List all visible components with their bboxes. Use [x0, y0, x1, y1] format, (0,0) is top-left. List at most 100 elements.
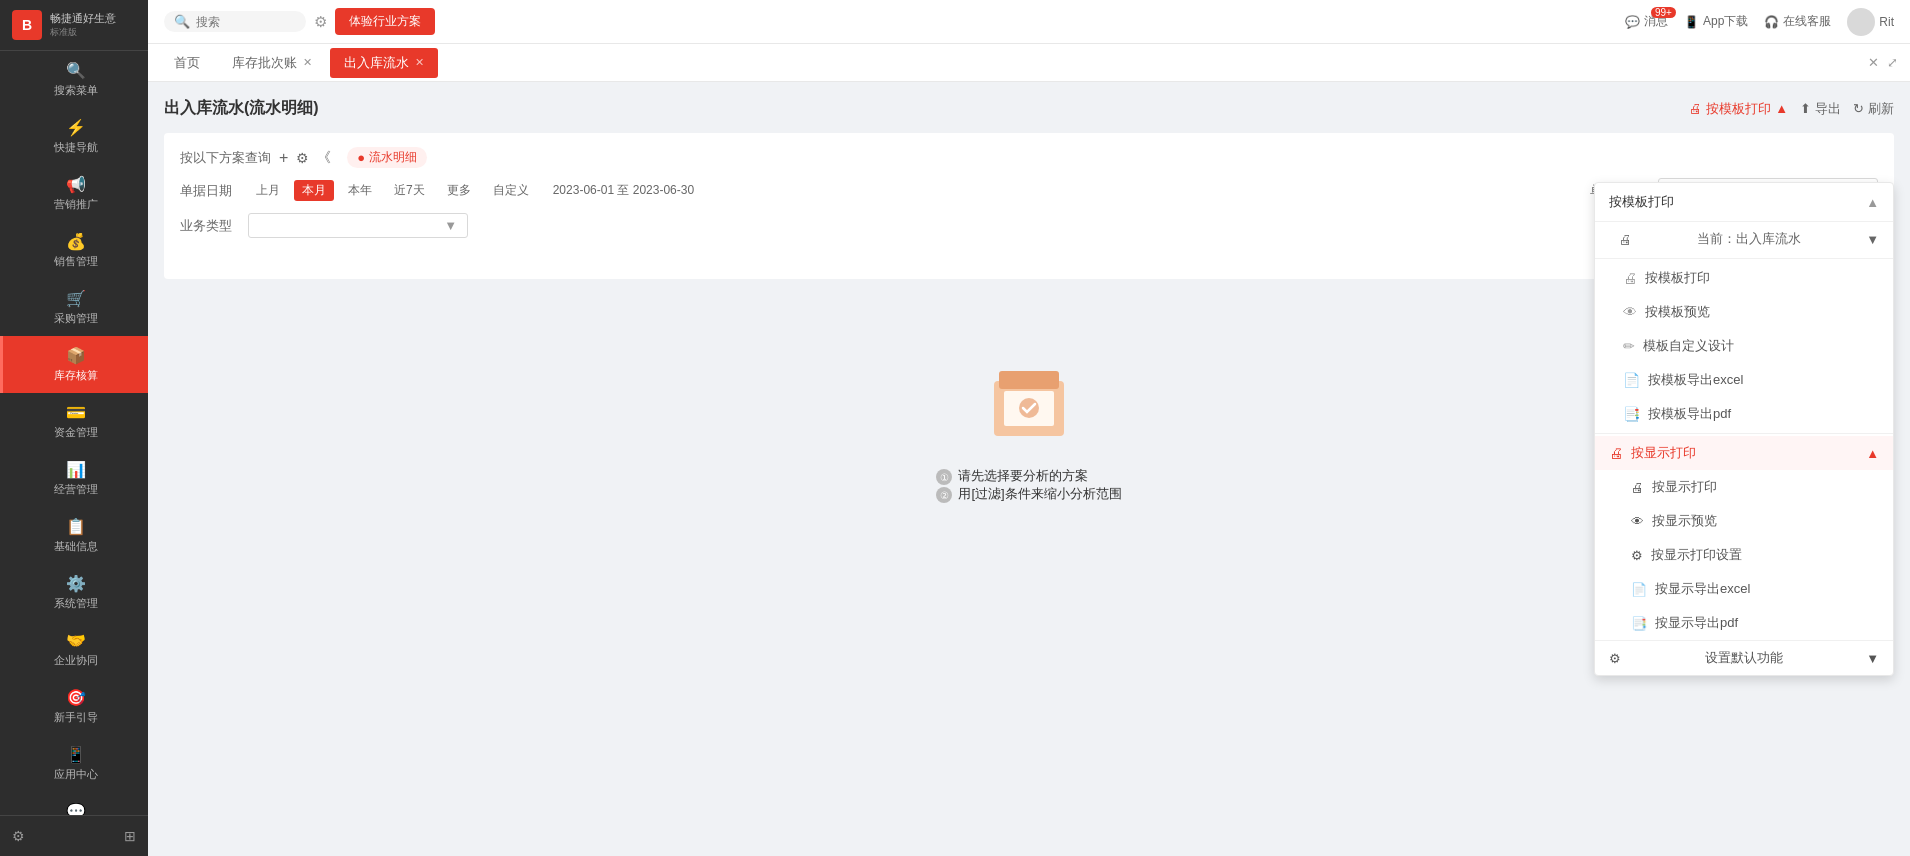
- service-btn[interactable]: 🎧 在线客服: [1764, 13, 1831, 30]
- date-current-month[interactable]: 本月: [294, 180, 334, 201]
- sidebar-item-inventory[interactable]: 📦库存核算: [0, 336, 148, 393]
- sidebar-item-system[interactable]: ⚙️ 系统管理: [0, 564, 148, 621]
- current-arrow: ▼: [1866, 232, 1879, 247]
- dropdown-item-template-pdf[interactable]: 📑 按模板导出pdf: [1595, 397, 1893, 431]
- sidebar-item-search[interactable]: 🔍搜索菜单: [0, 51, 148, 108]
- print-arrow-up: ▲: [1775, 101, 1788, 116]
- tab-flow[interactable]: 出入库流水 ✕: [330, 48, 438, 78]
- filter-collapse-btn[interactable]: 《: [317, 149, 331, 167]
- sidebar-icon-system: ⚙️: [66, 574, 86, 593]
- dropdown-item-display-print[interactable]: 🖨 按显示打印: [1595, 470, 1893, 504]
- page-title: 出入库流水(流水明细): [164, 98, 319, 119]
- sidebar-item-purchase[interactable]: 🛒采购管理: [0, 279, 148, 336]
- item-excel-icon: 📄: [1623, 372, 1640, 388]
- sidebar-label-system: 系统管理: [54, 596, 98, 611]
- arrow-up-icon[interactable]: ▲: [1866, 195, 1879, 210]
- empty-illustration: [979, 351, 1079, 451]
- refresh-btn[interactable]: ↻ 刷新: [1853, 100, 1894, 118]
- sidebar-icon-cooperation: 🤝: [66, 631, 86, 650]
- dropdown-current-item: 🖨 当前：出入库流水 ▼: [1595, 222, 1893, 256]
- display-preview-label: 按显示预览: [1652, 512, 1717, 530]
- sidebar-label-quicknav: 快捷导航: [54, 140, 98, 155]
- dropdown-item-display-excel[interactable]: 📄 按显示导出excel: [1595, 572, 1893, 606]
- sidebar-icon-inventory: 📦: [66, 346, 86, 365]
- date-current-year[interactable]: 本年: [340, 180, 380, 201]
- tab-home[interactable]: 首页: [160, 48, 214, 78]
- tab-flow-close[interactable]: ✕: [415, 56, 424, 69]
- export-icon: ⬆: [1800, 101, 1811, 116]
- header-right: 💬 消息 99+ 📱 App下载 🎧 在线客服 Rit: [1625, 8, 1894, 36]
- sidebar-icon-quicknav: ⚡: [66, 118, 86, 137]
- date-last-month[interactable]: 上月: [248, 180, 288, 201]
- step-num-1: ①: [936, 469, 952, 485]
- item-pdf-label: 按模板导出pdf: [1648, 405, 1731, 423]
- sidebar-item-capital[interactable]: 💳资金管理: [0, 393, 148, 450]
- app-download-btn[interactable]: 📱 App下载: [1684, 13, 1748, 30]
- print-btn[interactable]: 🖨 按模板打印 ▲: [1689, 100, 1788, 118]
- dropdown-item-display-settings[interactable]: ⚙ 按显示打印设置: [1595, 538, 1893, 572]
- logo-badge: 标准版: [50, 26, 116, 39]
- tab-batch-close[interactable]: ✕: [303, 56, 312, 69]
- business-select-arrow: ▼: [444, 218, 457, 233]
- user-avatar-area[interactable]: Rit: [1847, 8, 1894, 36]
- sidebar-item-operation[interactable]: 📊经营管理: [0, 450, 148, 507]
- display-print-label: 按显示打印: [1652, 478, 1717, 496]
- item-print-icon: 🖨: [1623, 270, 1637, 286]
- footer-settings-icon[interactable]: ⚙: [12, 828, 25, 844]
- empty-svg: [979, 351, 1079, 451]
- dropdown-arrows: ▲: [1866, 195, 1879, 210]
- sidebar-item-guide[interactable]: 🎯新手引导: [0, 678, 148, 735]
- dropdown-item-template-custom[interactable]: ✏ 模板自定义设计: [1595, 329, 1893, 363]
- sidebar-label-sales: 销售管理: [54, 254, 98, 269]
- sidebar-item-cooperation[interactable]: 🤝企业协同: [0, 621, 148, 678]
- refresh-icon: ↻: [1853, 101, 1864, 116]
- date-custom[interactable]: 自定义: [485, 180, 537, 201]
- sidebar-item-marketing[interactable]: 📢营销推广: [0, 165, 148, 222]
- sidebar-item-appcenter[interactable]: 📱应用中心: [0, 735, 148, 792]
- display-pdf-icon: 📑: [1631, 616, 1647, 631]
- app-header: 🔍 ⚙ 体验行业方案 💬 消息 99+ 📱 App下载 🎧 在: [148, 0, 1910, 44]
- window-controls: ✕ ⤢: [1868, 55, 1898, 70]
- dropdown-item-template-excel[interactable]: 📄 按模板导出excel: [1595, 363, 1893, 397]
- export-btn[interactable]: ⬆ 导出: [1800, 100, 1841, 118]
- display-section-header[interactable]: 🖨 按显示打印 ▲: [1595, 436, 1893, 470]
- filter-label-area: 按以下方案查询 + ⚙ 《: [180, 149, 331, 167]
- dropdown-item-template-preview[interactable]: 👁 按模板预览: [1595, 295, 1893, 329]
- footer-icon: ⚙: [1609, 651, 1621, 666]
- header-search-box[interactable]: 🔍: [164, 11, 306, 32]
- dropdown-item-display-pdf[interactable]: 📑 按显示导出pdf: [1595, 606, 1893, 640]
- message-btn[interactable]: 💬 消息 99+: [1625, 13, 1668, 30]
- date-more[interactable]: 更多: [439, 180, 479, 201]
- dropdown-title: 按模板打印: [1609, 193, 1674, 211]
- print-icon: 🖨: [1689, 101, 1702, 116]
- industry-btn[interactable]: 体验行业方案: [335, 8, 435, 35]
- date-last-7[interactable]: 近7天: [386, 180, 433, 201]
- display-print-icon: 🖨: [1631, 480, 1644, 495]
- empty-step-2: ② 用[过滤]条件来缩小分析范围: [936, 485, 1121, 503]
- tab-batch[interactable]: 库存批次账 ✕: [218, 48, 326, 78]
- sidebar-item-basic[interactable]: 📋基础信息: [0, 507, 148, 564]
- current-icon: 🖨: [1619, 232, 1632, 247]
- sidebar-label-purchase: 采购管理: [54, 311, 98, 326]
- display-pdf-label: 按显示导出pdf: [1655, 614, 1738, 632]
- sidebar-item-sales[interactable]: 💰销售管理: [0, 222, 148, 279]
- dropdown-item-display-preview[interactable]: 👁 按显示预览: [1595, 504, 1893, 538]
- business-select[interactable]: ▼: [248, 213, 468, 238]
- window-close-icon[interactable]: ✕: [1868, 55, 1879, 70]
- dropdown-footer[interactable]: ⚙ 设置默认功能 ▼: [1595, 640, 1893, 675]
- sidebar-icon-search: 🔍: [66, 61, 86, 80]
- empty-steps: ① 请先选择要分析的方案 ② 用[过滤]条件来缩小分析范围: [936, 467, 1121, 503]
- filter-settings-btn[interactable]: ⚙: [296, 150, 309, 166]
- search-input[interactable]: [196, 15, 296, 29]
- sidebar-item-quicknav[interactable]: ⚡ 快捷导航: [0, 108, 148, 165]
- sidebar-label-guide: 新手引导: [54, 710, 98, 725]
- window-expand-icon[interactable]: ⤢: [1887, 55, 1898, 70]
- sidebar-label-basic: 基础信息: [54, 539, 98, 554]
- header-gear-icon[interactable]: ⚙: [314, 13, 327, 31]
- filter-add-btn[interactable]: +: [279, 149, 288, 167]
- footer-label: 设置默认功能: [1705, 649, 1783, 667]
- logo-icon: B: [12, 10, 42, 40]
- dropdown-item-template-print[interactable]: 🖨 按模板打印: [1595, 261, 1893, 295]
- footer-toggle-icon[interactable]: ⊞: [124, 828, 136, 844]
- sidebar-item-wechat[interactable]: 💬企业微信: [0, 792, 148, 815]
